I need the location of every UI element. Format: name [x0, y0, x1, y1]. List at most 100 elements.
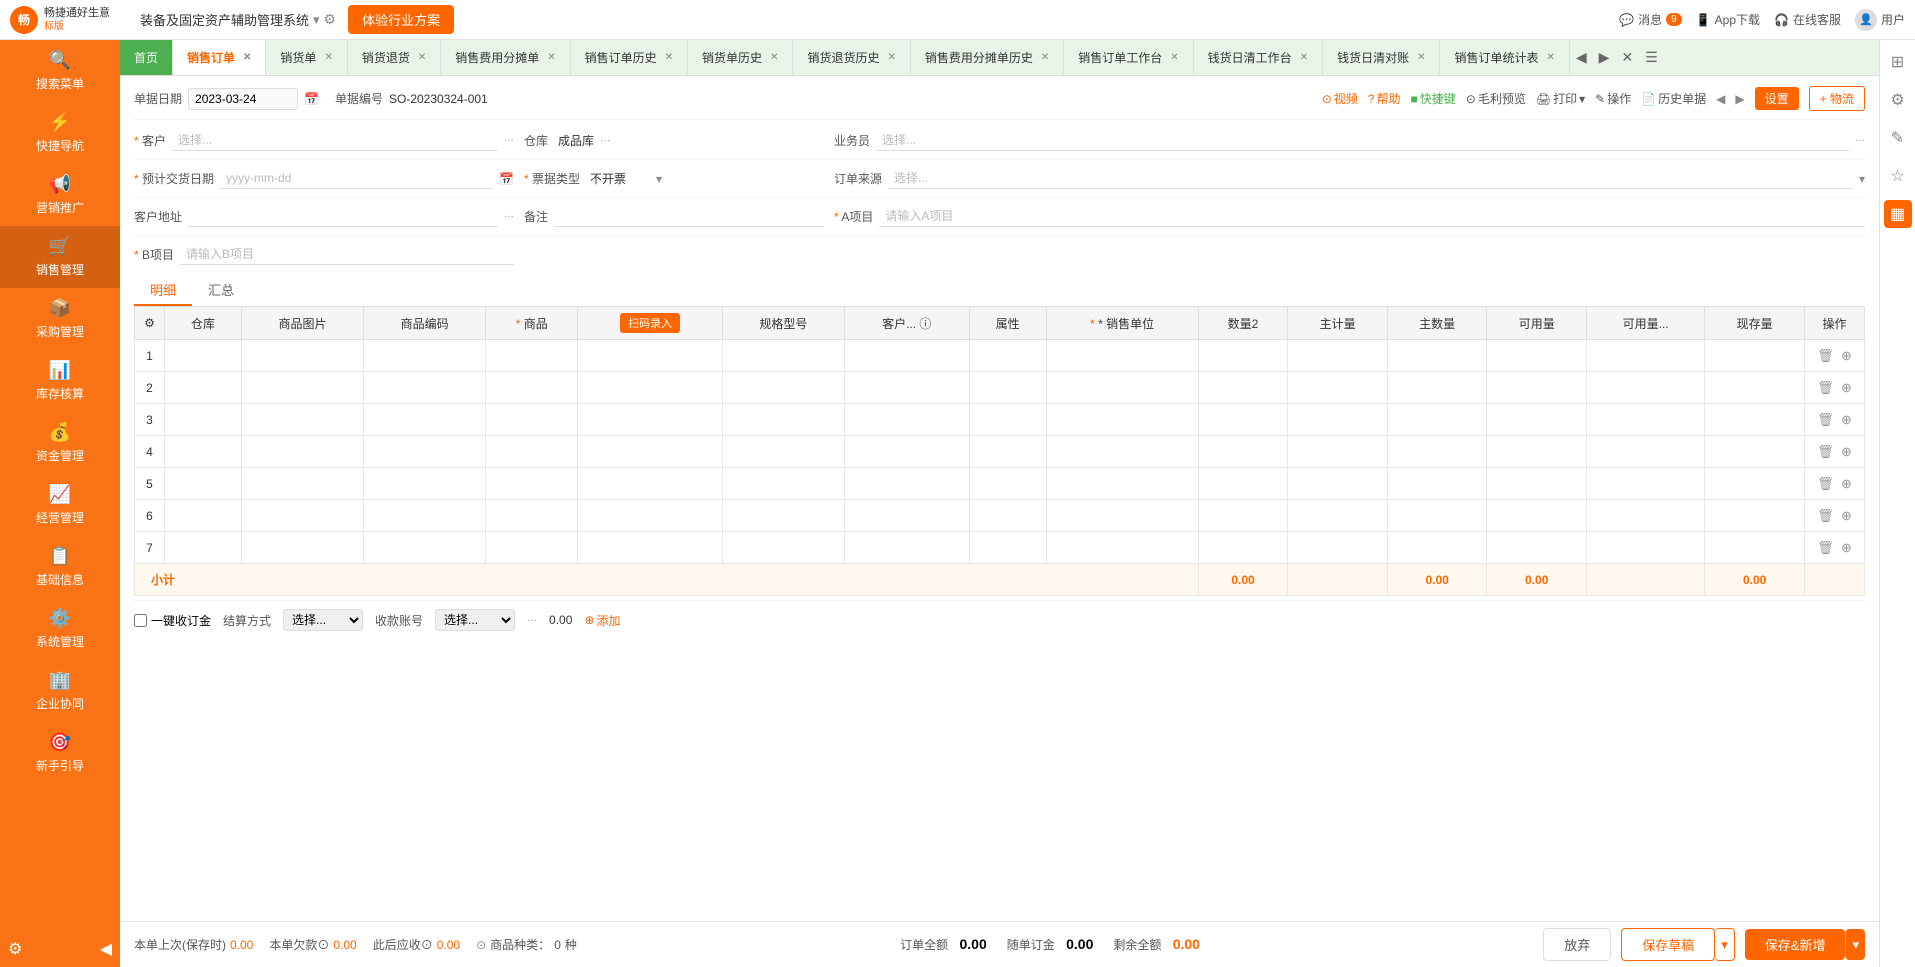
row-main-qty[interactable]: [1387, 340, 1487, 372]
save-draft-btn[interactable]: 保存草稿: [1621, 928, 1715, 961]
sidebar-item-base-info[interactable]: 📋 基础信息: [0, 536, 120, 598]
row-sales-unit[interactable]: [1046, 468, 1198, 500]
tab-cash-daily-reconcile[interactable]: 钱货日清对账✕: [1323, 40, 1440, 76]
row-product[interactable]: [486, 404, 578, 436]
tab-sales-return-history[interactable]: 销货退货历史✕: [793, 40, 910, 76]
row-stock[interactable]: [1705, 340, 1805, 372]
row-available[interactable]: [1487, 372, 1587, 404]
tab-sales-returns-history[interactable]: 销货单历史✕: [688, 40, 793, 76]
row-spec[interactable]: [722, 436, 844, 468]
tab-close-sales-order-stats[interactable]: ✕: [1547, 52, 1555, 63]
row-attributes[interactable]: [969, 436, 1046, 468]
row-delete-icon[interactable]: 🗑: [1817, 540, 1834, 555]
row-product[interactable]: [486, 436, 578, 468]
row-available[interactable]: [1487, 500, 1587, 532]
row-copy-icon[interactable]: ⊕: [1841, 412, 1852, 427]
row-delete-icon[interactable]: 🗑: [1817, 380, 1834, 395]
row-spec[interactable]: [722, 404, 844, 436]
tab-sales-return[interactable]: 销货退货✕: [348, 40, 441, 76]
row-spec[interactable]: [722, 500, 844, 532]
account-select[interactable]: 选择...: [435, 609, 515, 631]
customer-address-input[interactable]: [188, 206, 498, 227]
tab-sales-fee-history[interactable]: 销售费用分摊单历史✕: [911, 40, 1064, 76]
row-attributes[interactable]: [969, 500, 1046, 532]
delivery-calendar-icon[interactable]: 📅: [499, 172, 514, 186]
history-btn[interactable]: 📄 历史单据: [1641, 90, 1706, 107]
row-product-code[interactable]: [364, 468, 486, 500]
row-product[interactable]: [486, 340, 578, 372]
row-product-image[interactable]: [242, 500, 364, 532]
tab-summary[interactable]: 汇总: [192, 275, 250, 306]
delivery-date-input[interactable]: [220, 168, 493, 189]
row-qty2[interactable]: [1198, 468, 1288, 500]
col-settings[interactable]: ⚙: [135, 307, 165, 340]
row-qty2[interactable]: [1198, 372, 1288, 404]
tab-sales-order-workbench[interactable]: 销售订单工作台✕: [1064, 40, 1193, 76]
salesperson-input[interactable]: [876, 130, 1849, 151]
row-available2[interactable]: [1586, 468, 1704, 500]
row-available2[interactable]: [1586, 404, 1704, 436]
sidebar-item-system[interactable]: ⚙️ 系统管理: [0, 598, 120, 660]
tab-cash-daily-workbench[interactable]: 钱货日清工作台✕: [1194, 40, 1323, 76]
row-attributes[interactable]: [969, 372, 1046, 404]
tab-close-cash-daily-reconcile[interactable]: ✕: [1417, 52, 1425, 63]
row-stock[interactable]: [1705, 532, 1805, 564]
row-sales-unit[interactable]: [1046, 372, 1198, 404]
row-qty2[interactable]: [1198, 532, 1288, 564]
settings-bottom-icon[interactable]: ⚙: [8, 939, 22, 959]
row-product-code[interactable]: [364, 404, 486, 436]
row-delete-icon[interactable]: 🗑: [1817, 412, 1834, 427]
industry-btn[interactable]: 体验行业方案: [348, 5, 454, 34]
print-btn[interactable]: 🖨 打印 ▾: [1536, 90, 1585, 107]
shortcut-btn[interactable]: ■ 快捷键: [1411, 90, 1456, 107]
online-service-btn[interactable]: 🎧 在线客服: [1774, 11, 1841, 28]
sidebar-item-enterprise[interactable]: 🏢 企业协同: [0, 660, 120, 722]
tab-next-icon[interactable]: ▶: [1593, 49, 1616, 66]
tab-prev-icon[interactable]: ◀: [1570, 49, 1593, 66]
right-star-icon[interactable]: ☆: [1884, 162, 1912, 190]
row-stock[interactable]: [1705, 404, 1805, 436]
row-available2[interactable]: [1586, 372, 1704, 404]
row-warehouse[interactable]: [165, 372, 242, 404]
scan-btn[interactable]: 扫码录入: [620, 313, 680, 333]
row-available[interactable]: [1487, 532, 1587, 564]
date-input[interactable]: [188, 88, 298, 110]
messages-btn[interactable]: 💬 消息 9: [1619, 11, 1682, 28]
warehouse-more-icon[interactable]: ···: [600, 135, 610, 146]
row-main-qty[interactable]: [1387, 372, 1487, 404]
row-customer-code[interactable]: [844, 532, 969, 564]
row-available[interactable]: [1487, 468, 1587, 500]
notes-input[interactable]: [554, 206, 824, 227]
tab-close-sales-order[interactable]: ✕: [243, 52, 251, 63]
customer-input[interactable]: [172, 130, 498, 151]
row-product-code[interactable]: [364, 340, 486, 372]
row-available[interactable]: [1487, 340, 1587, 372]
row-sales-unit[interactable]: [1046, 500, 1198, 532]
calendar-icon[interactable]: 📅: [304, 92, 319, 106]
view-btn[interactable]: ⊙ 视频: [1322, 90, 1358, 107]
app-download-btn[interactable]: 📱 App下载: [1696, 11, 1760, 28]
row-attributes[interactable]: [969, 532, 1046, 564]
row-main-unit[interactable]: [1288, 372, 1388, 404]
user-btn[interactable]: 👤 用户: [1855, 9, 1905, 31]
row-product-image[interactable]: [242, 372, 364, 404]
row-product-image[interactable]: [242, 340, 364, 372]
salesperson-more-icon[interactable]: ···: [1855, 135, 1865, 146]
account-more-icon[interactable]: ···: [527, 615, 537, 626]
save-new-btn[interactable]: 保存&新增: [1745, 929, 1846, 960]
row-stock[interactable]: [1705, 436, 1805, 468]
save-draft-dropdown-btn[interactable]: ▾: [1715, 928, 1735, 961]
nav-left-icon[interactable]: ◀: [1716, 92, 1725, 106]
row-product[interactable]: [486, 372, 578, 404]
settings-icon[interactable]: ⚙: [324, 11, 337, 28]
sidebar-item-quick-nav[interactable]: ⚡ 快捷导航: [0, 102, 120, 164]
row-delete-icon[interactable]: 🗑: [1817, 476, 1834, 491]
row-main-qty[interactable]: [1387, 436, 1487, 468]
row-sales-unit[interactable]: [1046, 436, 1198, 468]
row-product-code[interactable]: [364, 500, 486, 532]
row-main-qty[interactable]: [1387, 532, 1487, 564]
abandon-btn[interactable]: 放弃: [1543, 928, 1611, 961]
row-customer-code[interactable]: [844, 372, 969, 404]
row-warehouse[interactable]: [165, 436, 242, 468]
row-product-code[interactable]: [364, 532, 486, 564]
